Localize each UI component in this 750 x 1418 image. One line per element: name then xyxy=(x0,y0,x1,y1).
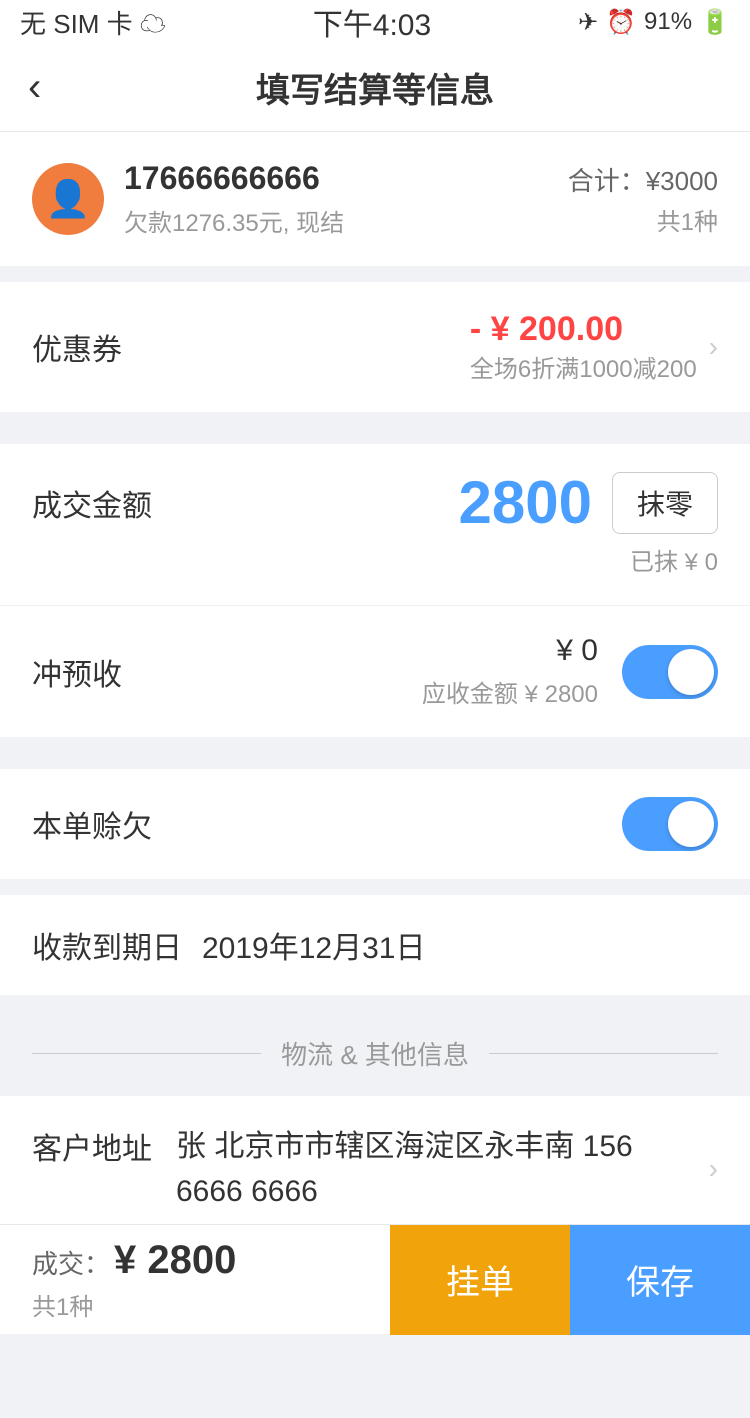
bottom-count: 共1种 xyxy=(32,1287,358,1322)
duedate-row: 收款到期日 2019年12月31日 xyxy=(32,923,718,967)
amount-label: 成交金额 xyxy=(32,481,152,525)
address-section[interactable]: 客户地址 张 北京市市辖区海淀区永丰南 156 6666 6666 › xyxy=(0,1096,750,1242)
bottom-amount: ¥ 2800 xyxy=(114,1238,236,1283)
coupon-discount: - ¥ 200.00 xyxy=(470,310,697,349)
coupon-right: - ¥ 200.00 全场6折满1000减200 › xyxy=(470,310,718,384)
sim-status: 无 SIM 卡 ☁ xyxy=(20,4,166,41)
customer-left: 👤 17666666666 欠款1276.35元, 现结 xyxy=(32,160,344,238)
section-divider-2 xyxy=(0,753,750,769)
debt-row: 本单赊欠 xyxy=(32,797,718,851)
save-button[interactable]: 保存 xyxy=(570,1225,750,1335)
round-down-button[interactable]: 抹零 xyxy=(612,472,718,534)
precharge-amount-value: ¥ 0 xyxy=(422,634,598,668)
avatar: 👤 xyxy=(32,163,104,235)
address-content: 张 北京市市辖区海淀区永丰南 156 6666 6666 xyxy=(176,1124,697,1214)
alarm-icon: ⏰ xyxy=(606,8,636,37)
amount-row: 成交金额 2800 抹零 xyxy=(32,472,718,534)
customer-total: 合计：¥3000 共1种 xyxy=(568,161,718,237)
status-time: 下午4:03 xyxy=(313,0,431,44)
section-divider-1 xyxy=(0,428,750,444)
duedate-value: 2019年12月31日 xyxy=(202,923,425,967)
location-icon: ✈ xyxy=(578,8,598,37)
bottom-transaction-label: 成交： xyxy=(32,1244,110,1281)
precharge-amount: ¥ 0 应收金额 ¥ 2800 xyxy=(422,634,598,709)
status-right: ✈ ⏰ 91% 🔋 xyxy=(578,8,730,37)
customer-info-card: 👤 17666666666 欠款1276.35元, 现结 合计：¥3000 共1… xyxy=(0,132,750,266)
back-button[interactable]: ‹ xyxy=(28,65,41,110)
page-title: 填写结算等信息 xyxy=(256,63,494,112)
address-label: 客户地址 xyxy=(32,1124,152,1168)
logistics-line-right xyxy=(489,1053,718,1054)
amount-value: 2800 xyxy=(459,473,592,533)
address-chevron-icon: › xyxy=(709,1153,718,1185)
debt-toggle[interactable] xyxy=(622,797,718,851)
avatar-icon: 👤 xyxy=(46,178,91,220)
customer-phone: 17666666666 xyxy=(124,160,344,197)
bottom-transaction-label-row: 成交： ¥ 2800 xyxy=(32,1238,358,1283)
debt-section: 本单赊欠 xyxy=(0,769,750,879)
amount-sub-text: 已抹 ¥ 0 xyxy=(32,542,718,577)
precharge-label: 冲预收 xyxy=(32,650,122,694)
hang-order-button[interactable]: 挂单 xyxy=(390,1225,570,1335)
battery-icon: 🔋 xyxy=(700,8,730,37)
logistics-header: 物流 & 其他信息 xyxy=(0,1011,750,1096)
coupon-chevron-icon: › xyxy=(709,331,718,363)
debt-label: 本单赊欠 xyxy=(32,802,152,846)
coupon-row[interactable]: 优惠券 - ¥ 200.00 全场6折满1000减200 › xyxy=(0,282,750,412)
status-left: 无 SIM 卡 ☁ xyxy=(20,4,166,41)
address-row: 客户地址 张 北京市市辖区海淀区永丰南 156 6666 6666 › xyxy=(32,1124,718,1214)
bottom-info: 成交： ¥ 2800 共1种 xyxy=(0,1238,390,1322)
duedate-label: 收款到期日 xyxy=(32,923,182,967)
precharge-right: ¥ 0 应收金额 ¥ 2800 xyxy=(422,634,718,709)
nav-bar: ‹ 填写结算等信息 xyxy=(0,44,750,132)
logistics-text: 物流 & 其他信息 xyxy=(281,1035,469,1072)
coupon-description: 全场6折满1000减200 xyxy=(470,349,697,384)
logistics-line-left xyxy=(32,1053,261,1054)
precharge-section: 冲预收 ¥ 0 应收金额 ¥ 2800 xyxy=(0,605,750,737)
status-bar: 无 SIM 卡 ☁ 下午4:03 ✈ ⏰ 91% 🔋 xyxy=(0,0,750,44)
battery-level: 91% xyxy=(644,8,692,36)
total-count: 共1种 xyxy=(568,202,718,237)
bottom-bar: 成交： ¥ 2800 共1种 挂单 保存 xyxy=(0,1224,750,1334)
amount-section: 成交金额 2800 抹零 已抹 ¥ 0 xyxy=(0,444,750,605)
customer-debt: 欠款1276.35元, 现结 xyxy=(124,203,344,238)
duedate-section: 收款到期日 2019年12月31日 xyxy=(0,895,750,995)
customer-details: 17666666666 欠款1276.35元, 现结 xyxy=(124,160,344,238)
total-label: 合计：¥3000 xyxy=(568,161,718,198)
coupon-label: 优惠券 xyxy=(32,325,122,369)
precharge-toggle[interactable] xyxy=(622,645,718,699)
precharge-sub-text: 应收金额 ¥ 2800 xyxy=(422,674,598,709)
amount-right: 2800 抹零 xyxy=(459,472,719,534)
precharge-row: 冲预收 ¥ 0 应收金额 ¥ 2800 xyxy=(32,634,718,709)
